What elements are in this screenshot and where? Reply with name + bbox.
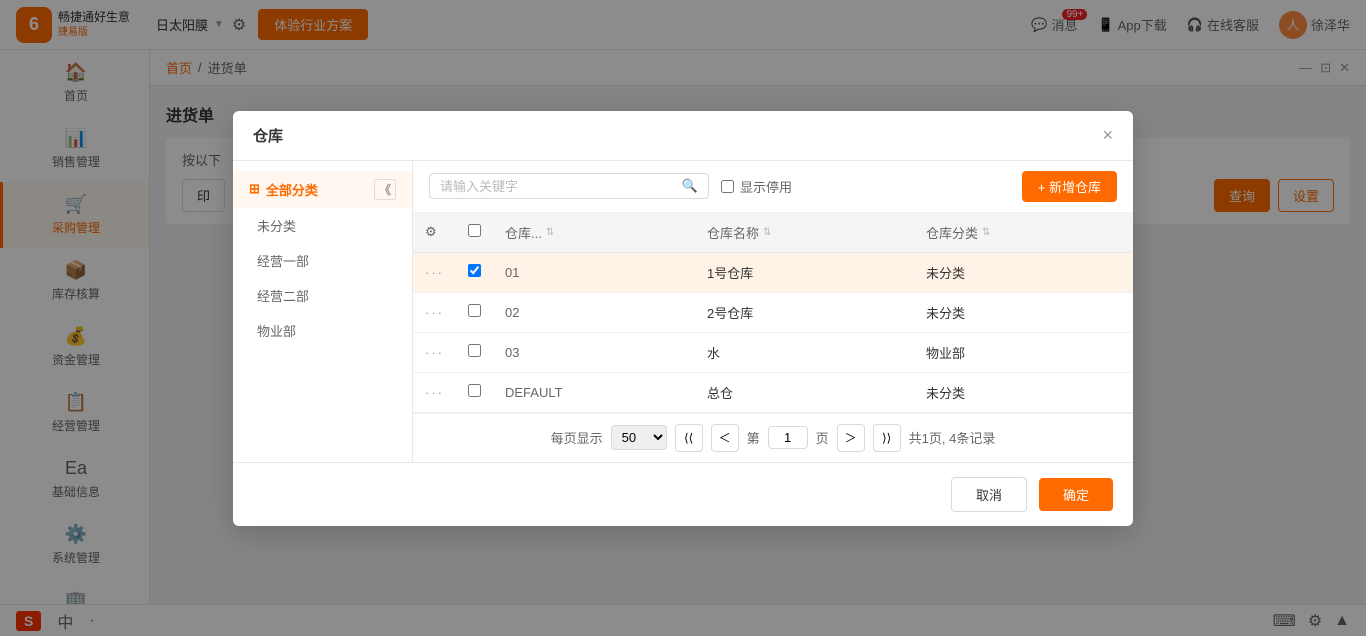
search-input[interactable] — [440, 179, 676, 194]
th-category[interactable]: 仓库分类 ⇅ — [914, 213, 1133, 253]
sort-icon-name: ⇅ — [763, 227, 771, 238]
row-category: 物业部 — [914, 332, 1133, 372]
row-num: DEFAULT — [493, 372, 695, 412]
modal-footer: 取消 确定 — [233, 462, 1133, 526]
gear-th-icon: ⚙ — [425, 224, 437, 239]
row-more-icon[interactable]: ··· — [425, 265, 444, 280]
row-actions: ··· — [413, 292, 456, 332]
warehouse-table-wrap: ⚙ 仓库... ⇅ — [413, 213, 1133, 413]
row-actions: ··· — [413, 332, 456, 372]
row-checkbox-cell — [456, 332, 493, 372]
row-actions: ··· — [413, 372, 456, 412]
row-actions: ··· — [413, 252, 456, 292]
th-code-label: 仓库... — [505, 223, 542, 242]
per-page-label: 每页显示 — [551, 428, 603, 447]
next-page-button[interactable]: ＞ — [837, 424, 865, 452]
cancel-button[interactable]: 取消 — [951, 477, 1027, 512]
category-item-ops1[interactable]: 经营一部 — [233, 243, 412, 278]
collapse-button[interactable]: 《 — [374, 179, 396, 200]
row-name: 1号仓库 — [695, 252, 914, 292]
table-row[interactable]: ··· 03 水 物业部 — [413, 332, 1133, 372]
table-panel: 🔍 显示停用 + 新增仓库 ⚙ — [413, 161, 1133, 462]
modal-body: ⊞ 全部分类 《 未分类经营一部经营二部物业部 🔍 显示停用 — [233, 161, 1133, 462]
row-checkbox[interactable] — [468, 264, 481, 277]
th-code[interactable]: 仓库... ⇅ — [493, 213, 695, 253]
row-num: 02 — [493, 292, 695, 332]
th-name[interactable]: 仓库名称 ⇅ — [695, 213, 914, 253]
sort-icon-code: ⇅ — [546, 227, 554, 238]
th-category-label: 仓库分类 — [926, 223, 978, 242]
modal-title: 仓库 — [253, 125, 283, 146]
pagination: 每页显示 102050100 ⟨⟨ ＜ 第 页 ＞ ⟩⟩ 共1页, 4条记录 — [413, 413, 1133, 462]
row-more-icon[interactable]: ··· — [425, 385, 444, 400]
search-box: 🔍 — [429, 173, 709, 199]
table-row[interactable]: ··· 02 2号仓库 未分类 — [413, 292, 1133, 332]
th-name-label: 仓库名称 — [707, 223, 759, 242]
per-page-select[interactable]: 102050100 — [611, 425, 667, 450]
sort-icon-category: ⇅ — [982, 227, 990, 238]
confirm-button[interactable]: 确定 — [1039, 478, 1113, 511]
total-label: 共1页, 4条记录 — [909, 428, 996, 447]
add-warehouse-button[interactable]: + 新增仓库 — [1022, 171, 1117, 202]
category-item-uncategorized[interactable]: 未分类 — [233, 208, 412, 243]
category-item-property[interactable]: 物业部 — [233, 313, 412, 348]
warehouse-modal: 仓库 × ⊞ 全部分类 《 未分类经营一部经营二部物业部 🔍 — [233, 111, 1133, 526]
all-categories-label: 全部分类 — [266, 180, 318, 199]
row-checkbox-cell — [456, 252, 493, 292]
modal-close-button[interactable]: × — [1102, 125, 1113, 146]
row-more-icon[interactable]: ··· — [425, 305, 444, 320]
table-header: ⚙ 仓库... ⇅ — [413, 213, 1133, 253]
first-page-button[interactable]: ⟨⟨ — [675, 424, 703, 452]
table-toolbar: 🔍 显示停用 + 新增仓库 — [413, 161, 1133, 213]
show-disabled-checkbox[interactable] — [721, 180, 734, 193]
row-num: 01 — [493, 252, 695, 292]
row-more-icon[interactable]: ··· — [425, 345, 444, 360]
select-all-checkbox[interactable] — [468, 224, 481, 237]
table-row[interactable]: ··· DEFAULT 总仓 未分类 — [413, 372, 1133, 412]
search-icon: 🔍 — [682, 178, 698, 194]
last-page-button[interactable]: ⟩⟩ — [873, 424, 901, 452]
row-checkbox[interactable] — [468, 384, 481, 397]
row-checkbox[interactable] — [468, 304, 481, 317]
table-row[interactable]: ··· 01 1号仓库 未分类 — [413, 252, 1133, 292]
row-checkbox[interactable] — [468, 344, 481, 357]
page-input[interactable] — [768, 426, 808, 449]
modal-overlay: 仓库 × ⊞ 全部分类 《 未分类经营一部经营二部物业部 🔍 — [0, 0, 1366, 636]
all-categories-item[interactable]: ⊞ 全部分类 《 — [233, 171, 412, 208]
th-settings[interactable]: ⚙ — [413, 213, 456, 253]
row-name: 水 — [695, 332, 914, 372]
page-label: 第 — [747, 428, 760, 447]
row-category: 未分类 — [914, 372, 1133, 412]
modal-header: 仓库 × — [233, 111, 1133, 161]
grid-icon: ⊞ — [249, 181, 260, 197]
row-name: 总仓 — [695, 372, 914, 412]
row-category: 未分类 — [914, 292, 1133, 332]
show-disabled-label[interactable]: 显示停用 — [721, 177, 792, 196]
prev-page-button[interactable]: ＜ — [711, 424, 739, 452]
warehouse-table: ⚙ 仓库... ⇅ — [413, 213, 1133, 413]
category-list: 未分类经营一部经营二部物业部 — [233, 208, 412, 348]
row-num: 03 — [493, 332, 695, 372]
row-checkbox-cell — [456, 372, 493, 412]
category-panel: ⊞ 全部分类 《 未分类经营一部经营二部物业部 — [233, 161, 413, 462]
page-unit-label: 页 — [816, 428, 829, 447]
warehouse-tbody: ··· 01 1号仓库 未分类 ··· 02 2号仓库 未分类 ··· 03 水… — [413, 252, 1133, 412]
row-category: 未分类 — [914, 252, 1133, 292]
row-checkbox-cell — [456, 292, 493, 332]
category-item-ops2[interactable]: 经营二部 — [233, 278, 412, 313]
row-name: 2号仓库 — [695, 292, 914, 332]
th-checkbox — [456, 213, 493, 253]
